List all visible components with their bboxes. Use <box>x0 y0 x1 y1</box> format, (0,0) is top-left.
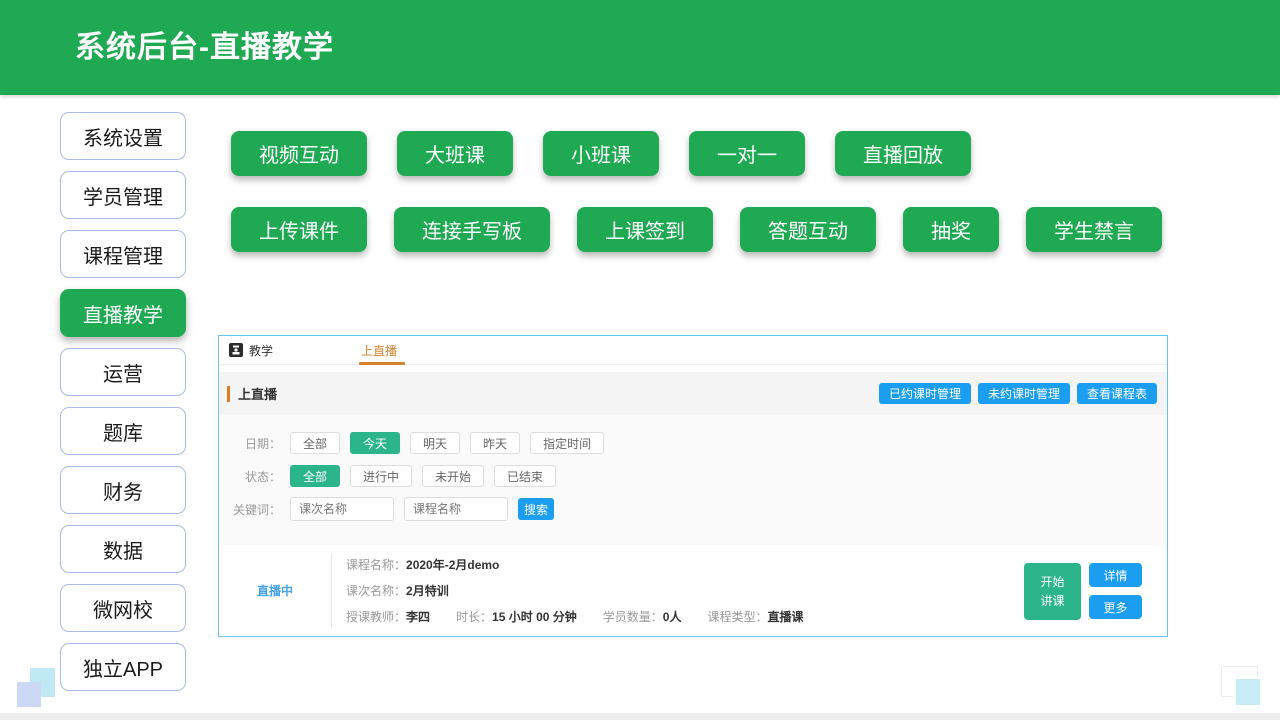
teacher-pair: 授课教师： 李四 <box>346 608 430 625</box>
course-status-column: 直播中 <box>219 545 331 636</box>
students-pair: 学员数量： 0人 <box>603 608 682 625</box>
secondary-actions: 详情 更多 <box>1089 563 1142 620</box>
date-chip-all[interactable]: 全部 <box>290 432 340 454</box>
feature-small-class-button[interactable]: 小班课 <box>543 131 659 176</box>
course-type-pair: 课程类型： 直播课 <box>707 608 803 625</box>
sidebar: 系统设置 学员管理 课程管理 直播教学 运营 题库 财务 数据 微网校 独立AP… <box>60 112 186 702</box>
date-chip-yesterday[interactable]: 昨天 <box>470 432 520 454</box>
course-name-input[interactable] <box>404 497 508 521</box>
feature-large-class-button[interactable]: 大班课 <box>397 131 513 176</box>
date-filter-chips: 全部 今天 明天 昨天 指定时间 <box>290 432 604 454</box>
feature-one-on-one-button[interactable]: 一对一 <box>689 131 805 176</box>
status-filter-label: 状态： <box>219 468 281 485</box>
course-meta-line: 授课教师： 李四 时长： 15 小时 00 分钟 学员数量： 0人 课程类型 <box>346 608 829 624</box>
details-button[interactable]: 详情 <box>1089 563 1142 587</box>
students-label: 学员数量： <box>603 608 663 625</box>
decor-square-bottom-left-lavender <box>17 682 41 707</box>
students-value: 0人 <box>663 608 682 625</box>
section-title-text: 上直播 <box>238 384 277 403</box>
course-name-line: 课程名称： 2020年-2月demo <box>346 556 829 572</box>
teacher-value: 李四 <box>406 608 430 625</box>
feature-buttons-row1: 视频互动 大班课 小班课 一对一 直播回放 <box>231 131 971 176</box>
sidebar-item-finance[interactable]: 财务 <box>60 466 186 514</box>
feature-quiz-interaction-button[interactable]: 答题互动 <box>740 207 876 252</box>
feature-live-replay-button[interactable]: 直播回放 <box>835 131 971 176</box>
live-status-badge: 直播中 <box>257 582 293 599</box>
start-teaching-line2: 讲课 <box>1040 594 1064 608</box>
tab-go-live[interactable]: 上直播 <box>361 336 397 365</box>
date-chip-tomorrow[interactable]: 明天 <box>410 432 460 454</box>
filter-row-status: 状态： 全部 进行中 未开始 已结束 <box>219 465 1167 487</box>
feature-video-interaction-button[interactable]: 视频互动 <box>231 131 367 176</box>
filter-area: 日期： 全部 今天 明天 昨天 指定时间 状态： 全部 进行中 未开始 已结束 <box>219 415 1167 545</box>
feature-student-mute-button[interactable]: 学生禁言 <box>1026 207 1162 252</box>
feature-class-checkin-button[interactable]: 上课签到 <box>577 207 713 252</box>
feature-upload-courseware-button[interactable]: 上传课件 <box>231 207 367 252</box>
search-button[interactable]: 搜索 <box>518 498 554 520</box>
more-button[interactable]: 更多 <box>1089 595 1142 619</box>
sidebar-item-course-management[interactable]: 课程管理 <box>60 230 186 278</box>
panel-tabbar: 教学 上直播 <box>219 336 1167 365</box>
unbooked-hours-management-button[interactable]: 未约课时管理 <box>978 383 1070 404</box>
sidebar-item-system-settings[interactable]: 系统设置 <box>60 112 186 160</box>
panel-brand: 教学 <box>229 342 273 359</box>
sidebar-item-student-management[interactable]: 学员管理 <box>60 171 186 219</box>
sidebar-item-live-teaching[interactable]: 直播教学 <box>60 289 186 337</box>
teacher-label: 授课教师： <box>346 608 406 625</box>
keyword-filter-label: 关键词： <box>219 501 281 518</box>
session-name-label: 课次名称： <box>346 582 406 599</box>
feature-lottery-button[interactable]: 抽奖 <box>903 207 999 252</box>
page: 系统后台-直播教学 系统设置 学员管理 课程管理 直播教学 运营 题库 财务 数… <box>0 0 1280 720</box>
duration-value: 15 小时 00 分钟 <box>492 608 577 625</box>
course-type-label: 课程类型： <box>707 608 767 625</box>
decor-square-bottom-right-cyan <box>1233 676 1263 708</box>
start-teaching-button[interactable]: 开始 讲课 <box>1024 563 1081 620</box>
duration-pair: 时长： 15 小时 00 分钟 <box>456 608 577 625</box>
status-filter-chips: 全部 进行中 未开始 已结束 <box>290 465 556 487</box>
feature-connect-tablet-button[interactable]: 连接手写板 <box>394 207 550 252</box>
course-list: 直播中 课程名称： 2020年-2月demo 课次名称： 2月特训 授课教师： <box>219 545 1167 636</box>
session-name-value: 2月特训 <box>406 582 449 599</box>
filter-row-date: 日期： 全部 今天 明天 昨天 指定时间 <box>219 432 1167 454</box>
course-details: 课程名称： 2020年-2月demo 课次名称： 2月特训 授课教师： 李四 <box>332 545 829 636</box>
date-chip-today[interactable]: 今天 <box>350 432 400 454</box>
section-accent-bar <box>227 386 230 402</box>
tab-active-underline <box>359 362 405 365</box>
status-chip-in-progress[interactable]: 进行中 <box>350 465 412 487</box>
session-name-input[interactable] <box>290 497 394 521</box>
live-admin-panel: 教学 上直播 上直播 已约课时管理 未约课时管理 查看课程表 日期： 全部 <box>218 335 1168 637</box>
booked-hours-management-button[interactable]: 已约课时管理 <box>879 383 971 404</box>
date-chip-custom-time[interactable]: 指定时间 <box>530 432 604 454</box>
session-name-line: 课次名称： 2月特训 <box>346 582 829 598</box>
view-timetable-button[interactable]: 查看课程表 <box>1077 383 1157 404</box>
tab-go-live-label: 上直播 <box>361 342 397 359</box>
course-name-value: 2020年-2月demo <box>406 556 499 573</box>
section-header-buttons: 已约课时管理 未约课时管理 查看课程表 <box>879 383 1157 404</box>
status-chip-not-started[interactable]: 未开始 <box>422 465 484 487</box>
panel-brand-label: 教学 <box>249 342 273 359</box>
duration-label: 时长： <box>456 608 492 625</box>
course-type-value: 直播课 <box>767 608 803 625</box>
filter-row-keyword: 关键词： 搜索 <box>219 498 1167 520</box>
sidebar-item-micro-school[interactable]: 微网校 <box>60 584 186 632</box>
course-actions: 开始 讲课 详情 更多 <box>1024 563 1142 620</box>
status-chip-ended[interactable]: 已结束 <box>494 465 556 487</box>
sidebar-item-data[interactable]: 数据 <box>60 525 186 573</box>
course-name-label: 课程名称： <box>346 556 406 573</box>
panel-section-header: 上直播 已约课时管理 未约课时管理 查看课程表 <box>219 372 1167 415</box>
section-title: 上直播 <box>227 384 277 403</box>
feature-buttons-row2: 上传课件 连接手写板 上课签到 答题互动 抽奖 学生禁言 <box>231 207 1162 252</box>
page-title: 系统后台-直播教学 <box>75 0 334 95</box>
course-row: 直播中 课程名称： 2020年-2月demo 课次名称： 2月特训 授课教师： <box>219 545 1167 636</box>
sidebar-item-standalone-app[interactable]: 独立APP <box>60 643 186 691</box>
sidebar-item-operations[interactable]: 运营 <box>60 348 186 396</box>
status-chip-all[interactable]: 全部 <box>290 465 340 487</box>
sidebar-item-question-bank[interactable]: 题库 <box>60 407 186 455</box>
start-teaching-line1: 开始 <box>1040 575 1064 589</box>
bottom-edge-strip <box>0 713 1280 720</box>
app-header: 系统后台-直播教学 <box>0 0 1280 95</box>
date-filter-label: 日期： <box>219 435 281 452</box>
teach-app-icon <box>229 343 243 357</box>
